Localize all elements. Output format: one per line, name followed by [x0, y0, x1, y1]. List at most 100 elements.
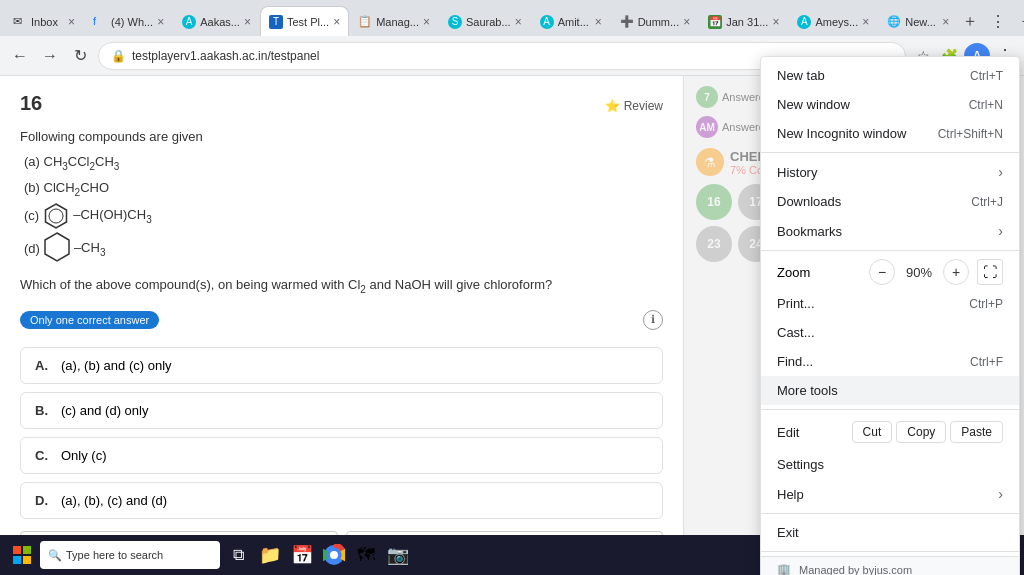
menu-new-tab[interactable]: New tab Ctrl+T — [761, 61, 1019, 90]
back-button[interactable]: ← — [8, 44, 32, 68]
svg-rect-3 — [13, 546, 21, 554]
review-button[interactable]: ⭐ Review — [605, 99, 663, 113]
photos-icon[interactable]: 📷 — [384, 541, 412, 569]
tab-favicon-aakas: A — [182, 15, 196, 29]
managed-label: Managed by byjus.com — [799, 564, 912, 576]
option-c-label: C. — [35, 448, 51, 463]
tab-close-testpl[interactable]: × — [333, 15, 340, 29]
menu-bookmarks[interactable]: Bookmarks › — [761, 216, 1019, 246]
menu-history[interactable]: History › — [761, 157, 1019, 187]
option-a-text: (a), (b) and (c) only — [61, 358, 172, 373]
taskbar-search-box[interactable]: 🔍 Type here to search — [40, 541, 220, 569]
menu-more-tools[interactable]: More tools — [761, 376, 1019, 405]
option-a[interactable]: A. (a), (b) and (c) only — [20, 347, 663, 384]
menu-new-window[interactable]: New window Ctrl+N — [761, 90, 1019, 119]
menu-downloads[interactable]: Downloads Ctrl+J — [761, 187, 1019, 216]
tab-close-inbox[interactable]: × — [68, 15, 75, 29]
answered-dot: 7 — [696, 86, 718, 108]
zoom-fullscreen-button[interactable]: ⛶ — [977, 259, 1003, 285]
tab-new[interactable]: 🌐 New... × — [878, 6, 958, 36]
chemistry-icon: ⚗ — [696, 148, 724, 176]
search-magnifier-icon: 🔍 — [48, 549, 62, 562]
zoom-out-button[interactable]: − — [869, 259, 895, 285]
tab-close-ameys[interactable]: × — [862, 15, 869, 29]
menu-find-shortcut: Ctrl+F — [970, 355, 1003, 369]
menu-cast[interactable]: Cast... — [761, 318, 1019, 347]
tab-favicon-manag: 📋 — [358, 15, 372, 29]
tab-list-button[interactable]: ⋮ — [986, 12, 1010, 31]
divider-4 — [761, 513, 1019, 514]
cyclohexyl-ring-icon — [42, 231, 72, 267]
menu-print[interactable]: Print... Ctrl+P — [761, 289, 1019, 318]
zoom-in-button[interactable]: + — [943, 259, 969, 285]
menu-cast-label: Cast... — [777, 325, 815, 340]
compound-c: (c) –CH(OH)CH3 — [24, 201, 663, 231]
menu-help[interactable]: Help › — [761, 479, 1019, 509]
menu-incognito[interactable]: New Incognito window Ctrl+Shift+N — [761, 119, 1019, 148]
menu-downloads-label: Downloads — [777, 194, 841, 209]
chrome-icon[interactable] — [320, 541, 348, 569]
managed-icon: 🏢 — [777, 563, 791, 575]
options-list: A. (a), (b) and (c) only B. (c) and (d) … — [20, 347, 663, 519]
file-explorer-icon[interactable]: 📁 — [256, 541, 284, 569]
calendar-icon[interactable]: 📅 — [288, 541, 316, 569]
option-c[interactable]: C. Only (c) — [20, 437, 663, 474]
tab-close-dummy[interactable]: × — [683, 15, 690, 29]
tab-4wh[interactable]: f (4) Wh... × — [84, 6, 173, 36]
info-icon[interactable]: ℹ — [643, 310, 663, 330]
svg-rect-6 — [23, 556, 31, 564]
copy-button[interactable]: Copy — [896, 421, 946, 443]
maps-icon[interactable]: 🗺 — [352, 541, 380, 569]
menu-settings[interactable]: Settings — [761, 450, 1019, 479]
managed-by-row: 🏢 Managed by byjus.com — [761, 556, 1019, 575]
zoom-value: 90% — [903, 265, 935, 280]
option-b[interactable]: B. (c) and (d) only — [20, 392, 663, 429]
menu-bookmarks-label: Bookmarks — [777, 224, 842, 239]
svg-point-1 — [49, 209, 63, 223]
task-view-button[interactable]: ⧉ — [224, 541, 252, 569]
answered-marked-dot: AM — [696, 116, 718, 138]
tab-close-amit[interactable]: × — [595, 15, 602, 29]
tab-aakas[interactable]: A Aakas... × — [173, 6, 260, 36]
tab-saurab[interactable]: S Saurab... × — [439, 6, 531, 36]
menu-exit[interactable]: Exit — [761, 518, 1019, 547]
new-tab-button[interactable]: ＋ — [958, 11, 982, 32]
tab-amit[interactable]: A Amit... × — [531, 6, 611, 36]
menu-find[interactable]: Find... Ctrl+F — [761, 347, 1019, 376]
menu-new-window-label: New window — [777, 97, 850, 112]
tab-close-jan31[interactable]: × — [772, 15, 779, 29]
option-b-label: B. — [35, 403, 51, 418]
divider-3 — [761, 409, 1019, 410]
divider-5 — [761, 551, 1019, 552]
grid-q23[interactable]: 23 — [696, 226, 732, 262]
tab-manag[interactable]: 📋 Manag... × — [349, 6, 439, 36]
tab-dummy[interactable]: ➕ Dumm... × — [611, 6, 700, 36]
tab-close-aakas[interactable]: × — [244, 15, 251, 29]
tab-testpl[interactable]: T Test Pl... × — [260, 6, 349, 36]
tab-inbox[interactable]: ✉ Inbox × — [4, 6, 84, 36]
tab-close-manag[interactable]: × — [423, 15, 430, 29]
url-text: testplayerv1.aakash.ac.in/testpanel — [132, 49, 319, 63]
option-d[interactable]: D. (a), (b), (c) and (d) — [20, 482, 663, 519]
forward-button[interactable]: → — [38, 44, 62, 68]
context-menu[interactable]: New tab Ctrl+T New window Ctrl+N New Inc… — [760, 56, 1020, 575]
tab-ameys[interactable]: A Ameys... × — [788, 6, 878, 36]
windows-start-button[interactable] — [8, 541, 36, 569]
tab-close-new[interactable]: × — [942, 15, 949, 29]
option-d-text: (a), (b), (c) and (d) — [61, 493, 167, 508]
compound-b: (b) ClCH2CHO — [24, 176, 663, 202]
grid-q16[interactable]: 16 — [696, 184, 732, 220]
menu-new-tab-shortcut: Ctrl+T — [970, 69, 1003, 83]
paste-button[interactable]: Paste — [950, 421, 1003, 443]
tab-jan31[interactable]: 📅 Jan 31... × — [699, 6, 788, 36]
help-arrow-icon: › — [998, 486, 1003, 502]
tab-favicon-testpl: T — [269, 15, 283, 29]
divider-2 — [761, 250, 1019, 251]
cut-button[interactable]: Cut — [852, 421, 893, 443]
tab-label-aakas: Aakas... — [200, 16, 240, 28]
tab-close-4wh[interactable]: × — [157, 15, 164, 29]
question-number: 16 — [20, 92, 42, 115]
minimize-button[interactable]: － — [1014, 11, 1024, 32]
tab-close-saurab[interactable]: × — [515, 15, 522, 29]
refresh-button[interactable]: ↻ — [68, 44, 92, 68]
